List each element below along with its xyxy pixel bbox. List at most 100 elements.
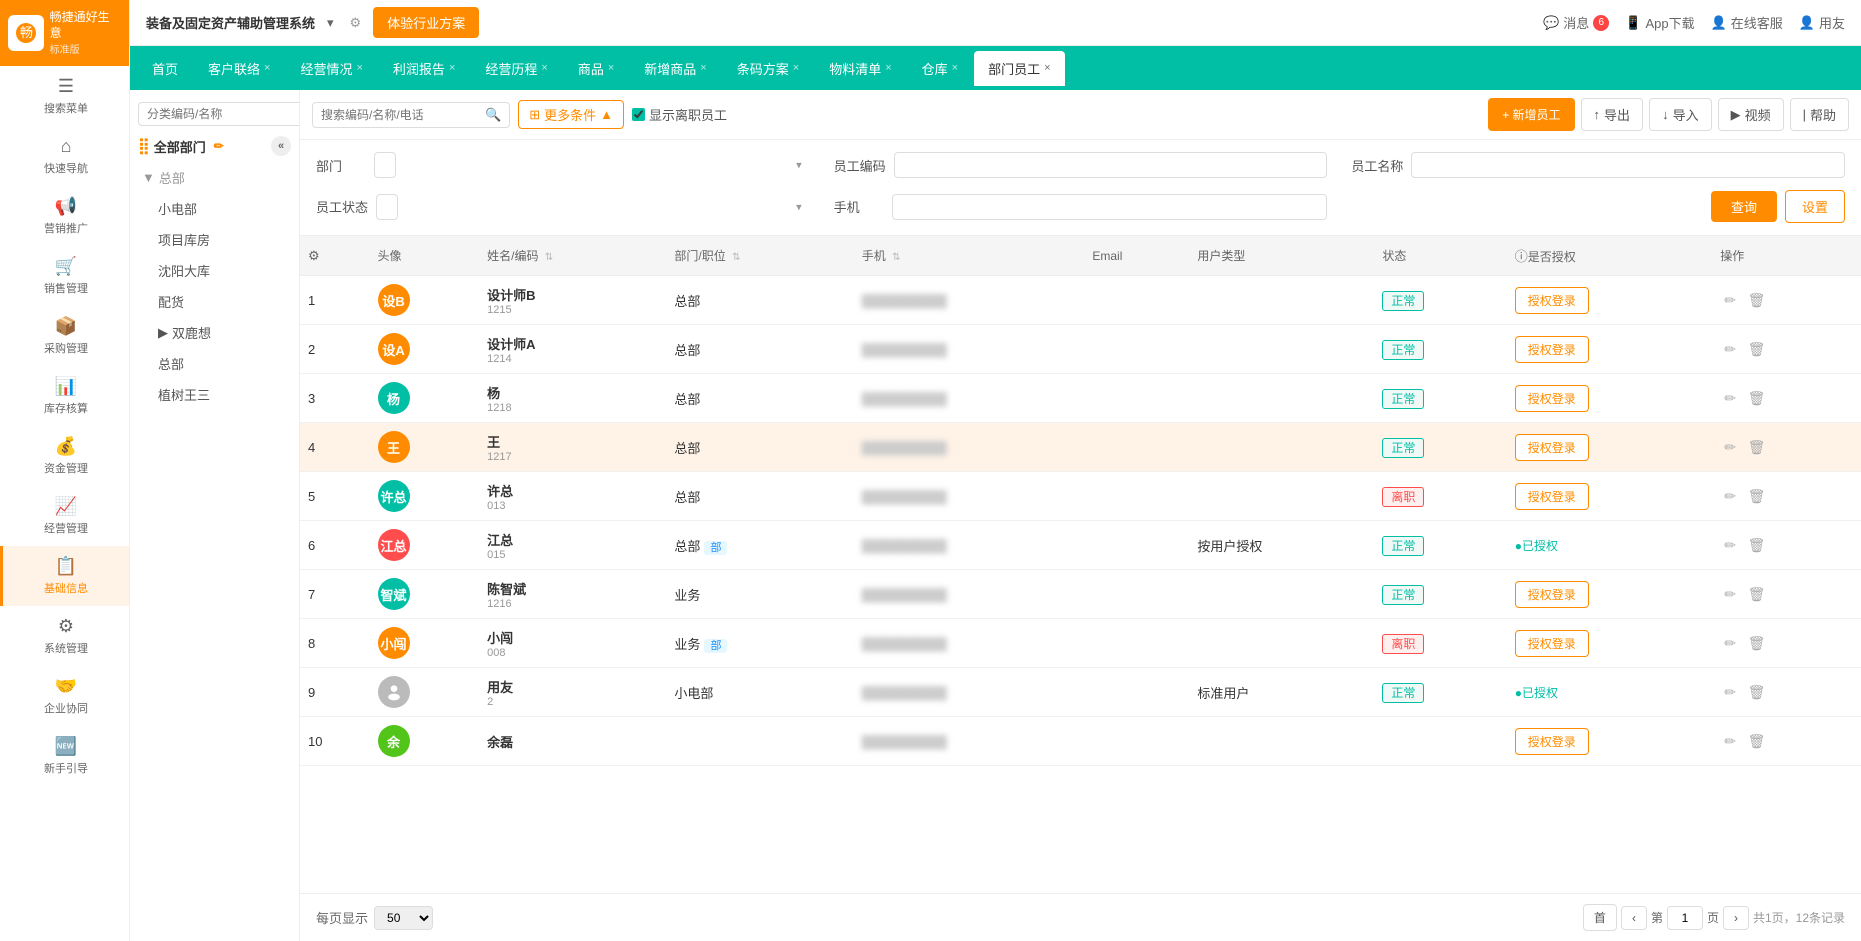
delete-btn[interactable]: 🗑: [1744, 486, 1770, 507]
filter-search-input[interactable]: [321, 108, 481, 122]
delete-btn[interactable]: 🗑: [1744, 388, 1770, 409]
tab-barcode-close[interactable]: ×: [793, 62, 799, 74]
delete-btn[interactable]: 🗑: [1744, 633, 1770, 654]
sidebar-item-inventory[interactable]: 📊 库存核算: [0, 366, 129, 426]
message-btn[interactable]: 💬 消息 6: [1543, 13, 1609, 32]
auth-login-btn[interactable]: 授权登录: [1515, 483, 1589, 510]
sidebar-item-search[interactable]: ☰ 搜索菜单: [0, 66, 129, 126]
af-name-input[interactable]: [1411, 152, 1845, 178]
th-settings[interactable]: ⚙: [300, 236, 370, 276]
edit-btn[interactable]: ✏: [1720, 584, 1740, 605]
tab-goods-close[interactable]: ×: [608, 62, 614, 74]
page-input[interactable]: [1667, 906, 1703, 930]
tab-goods[interactable]: 商品 ×: [564, 51, 628, 86]
delete-btn[interactable]: 🗑: [1744, 290, 1770, 311]
topbar-dropdown[interactable]: ▾: [327, 15, 334, 31]
auth-login-btn[interactable]: 授权登录: [1515, 434, 1589, 461]
user-menu[interactable]: 👤 用友: [1799, 13, 1845, 32]
auth-login-btn[interactable]: 授权登录: [1515, 728, 1589, 755]
delete-btn[interactable]: 🗑: [1744, 584, 1770, 605]
first-page-btn[interactable]: 首: [1583, 904, 1617, 931]
tab-customers[interactable]: 客户联络 ×: [194, 51, 284, 86]
show-inactive-checkbox[interactable]: [632, 108, 645, 121]
sidebar-item-basic[interactable]: 📋 基础信息: [0, 546, 129, 606]
sidebar-item-collab[interactable]: 🤝 企业协同: [0, 666, 129, 726]
dept-item-project[interactable]: 项目库房: [130, 224, 299, 255]
af-code-input[interactable]: [894, 152, 1328, 178]
sidebar-item-purchase[interactable]: 📦 采购管理: [0, 306, 129, 366]
dept-item-shuanglu[interactable]: ▶ 双鹿想: [130, 317, 299, 348]
tab-biz-close[interactable]: ×: [541, 62, 547, 74]
th-phone[interactable]: 手机 ⇅: [854, 236, 1085, 276]
export-btn[interactable]: ↑ 导出: [1581, 98, 1644, 131]
af-phone-input[interactable]: [892, 194, 1328, 220]
help-btn[interactable]: | 帮助: [1790, 98, 1849, 131]
tab-add-goods[interactable]: 新增商品 ×: [630, 51, 720, 86]
sidebar-item-sales[interactable]: 🛒 销售管理: [0, 246, 129, 306]
tab-operation-status[interactable]: 经营情况 ×: [286, 51, 376, 86]
edit-btn[interactable]: ✏: [1720, 339, 1740, 360]
auth-login-btn[interactable]: 授权登录: [1515, 581, 1589, 608]
sidebar-item-marketing[interactable]: 📢 营销推广: [0, 186, 129, 246]
show-inactive-check[interactable]: 显示离职员工: [632, 105, 727, 124]
th-dept[interactable]: 部门/职位 ⇅: [666, 236, 853, 276]
next-page-btn[interactable]: ›: [1723, 906, 1749, 930]
delete-btn[interactable]: 🗑: [1744, 339, 1770, 360]
tab-barcode[interactable]: 条码方案 ×: [723, 51, 813, 86]
edit-btn[interactable]: ✏: [1720, 290, 1740, 311]
tab-home[interactable]: 首页: [138, 51, 192, 86]
tab-business-history[interactable]: 经营历程 ×: [471, 51, 561, 86]
sidebar-item-guide[interactable]: 🆕 新手引导: [0, 726, 129, 786]
edit-btn[interactable]: ✏: [1720, 633, 1740, 654]
dept-item-xiaodian[interactable]: 小电部: [130, 193, 299, 224]
app-download-btn[interactable]: 📱 App下载: [1625, 13, 1694, 32]
delete-btn[interactable]: 🗑: [1744, 535, 1770, 556]
delete-btn[interactable]: 🗑: [1744, 731, 1770, 752]
tab-profit-report[interactable]: 利润报告 ×: [379, 51, 469, 86]
tab-addgoods-close[interactable]: ×: [700, 62, 706, 74]
filter-search-icon[interactable]: 🔍: [485, 107, 501, 123]
edit-btn[interactable]: ✏: [1720, 682, 1740, 703]
edit-btn[interactable]: ✏: [1720, 437, 1740, 458]
dept-item-shenyang[interactable]: 沈阳大库: [130, 255, 299, 286]
tab-profit-close[interactable]: ×: [449, 62, 455, 74]
tab-warehouse[interactable]: 仓库 ×: [908, 51, 972, 86]
query-btn[interactable]: 查询: [1711, 191, 1777, 222]
sidebar-item-finance[interactable]: 💰 资金管理: [0, 426, 129, 486]
tab-dept-close[interactable]: ×: [1044, 62, 1050, 74]
dept-item-zhishu[interactable]: 植树王三: [130, 379, 299, 410]
tab-material-close[interactable]: ×: [885, 62, 891, 74]
edit-btn[interactable]: ✏: [1720, 486, 1740, 507]
set-btn[interactable]: 设置: [1785, 190, 1845, 223]
th-name-code[interactable]: 姓名/编码 ⇅: [479, 236, 666, 276]
dept-all-header[interactable]: ⣿ 全部部门 ✏ «: [130, 130, 299, 162]
sidebar-item-quicknav[interactable]: ⌂ 快速导航: [0, 126, 129, 186]
topbar-gear-icon[interactable]: ⚙: [350, 15, 362, 31]
dept-search-input[interactable]: [138, 102, 300, 126]
prev-page-btn[interactable]: ‹: [1621, 906, 1647, 930]
tab-op-close[interactable]: ×: [356, 62, 362, 74]
tab-warehouse-close[interactable]: ×: [952, 62, 958, 74]
filter-more-btn[interactable]: ⊞ 更多条件 ▲: [518, 100, 624, 129]
tab-material[interactable]: 物料清单 ×: [815, 51, 905, 86]
online-service-btn[interactable]: 👤 在线客服: [1711, 13, 1783, 32]
edit-btn[interactable]: ✏: [1720, 535, 1740, 556]
auth-login-btn[interactable]: 授权登录: [1515, 385, 1589, 412]
auth-login-btn[interactable]: 授权登录: [1515, 336, 1589, 363]
import-btn[interactable]: ↓ 导入: [1649, 98, 1712, 131]
add-employee-btn[interactable]: + 新增员工: [1488, 98, 1574, 131]
dept-item-peihuo[interactable]: 配货: [130, 286, 299, 317]
edit-btn[interactable]: ✏: [1720, 731, 1740, 752]
af-status-select[interactable]: [376, 194, 398, 220]
dept-edit-icon[interactable]: ✏: [214, 139, 224, 153]
delete-btn[interactable]: 🗑: [1744, 437, 1770, 458]
dept-expand-icon[interactable]: ▼: [142, 170, 155, 185]
af-dept-select[interactable]: [374, 152, 396, 178]
dept-collapse-btn[interactable]: «: [271, 136, 291, 156]
dept-item-zongbu[interactable]: 总部: [130, 348, 299, 379]
per-page-select[interactable]: 50 100: [374, 906, 433, 930]
video-btn[interactable]: ▶ 视频: [1718, 98, 1784, 131]
sidebar-item-operation[interactable]: 📈 经营管理: [0, 486, 129, 546]
auth-login-btn[interactable]: 授权登录: [1515, 630, 1589, 657]
tab-dept-employee[interactable]: 部门员工 ×: [974, 51, 1064, 86]
